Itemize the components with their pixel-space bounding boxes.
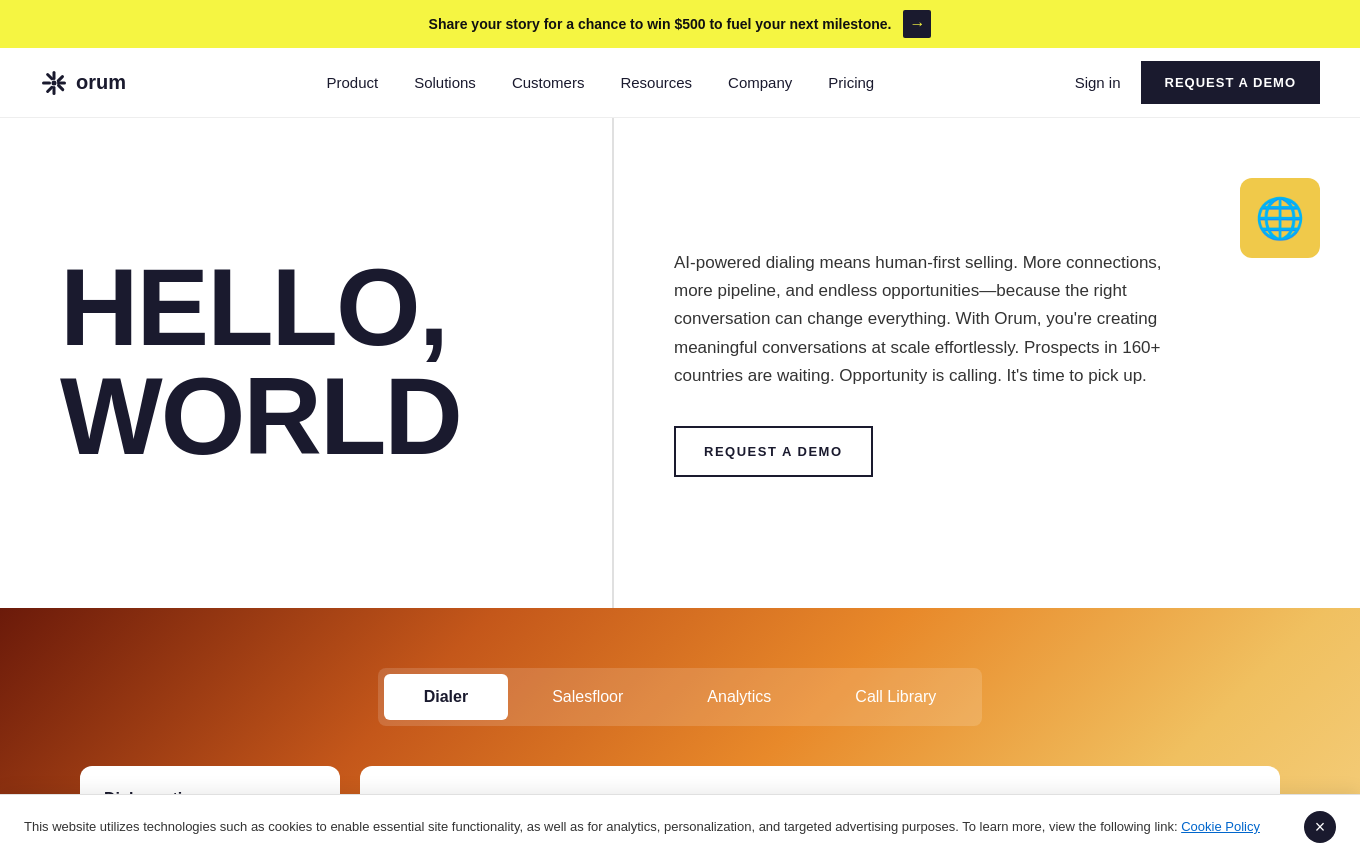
tab-dialer[interactable]: Dialer — [384, 674, 508, 720]
hero-description: AI-powered dialing means human-first sel… — [674, 249, 1194, 389]
cookie-policy-link[interactable]: Cookie Policy — [1181, 819, 1260, 834]
logo-text: orum — [76, 71, 126, 94]
announcement-arrow[interactable]: → — [903, 10, 931, 38]
svg-rect-6 — [56, 83, 64, 91]
globe-widget: 🌐 — [1240, 178, 1320, 258]
tab-call-library[interactable]: Call Library — [815, 674, 976, 720]
sign-in-button[interactable]: Sign in — [1075, 74, 1121, 91]
hero-section: HELLO, WORLD AI-powered dialing means hu… — [0, 118, 1360, 608]
svg-point-0 — [52, 80, 57, 85]
hero-left: HELLO, WORLD — [0, 118, 612, 608]
cookie-text: This website utilizes technologies such … — [24, 817, 1304, 837]
cookie-close-button[interactable]: × — [1304, 811, 1336, 843]
nav-item-resources[interactable]: Resources — [620, 74, 692, 92]
request-demo-button-hero[interactable]: REQUEST A DEMO — [674, 426, 873, 477]
cookie-banner: This website utilizes technologies such … — [0, 794, 1360, 859]
logo-svg — [40, 69, 68, 97]
hero-right: AI-powered dialing means human-first sel… — [614, 118, 1360, 608]
navbar: orum Product Solutions Customers Resourc… — [0, 48, 1360, 118]
logo-icon — [40, 69, 68, 97]
nav-actions: Sign in REQUEST A DEMO — [1075, 61, 1320, 104]
globe-icon: 🌐 — [1255, 195, 1305, 242]
nav-item-customers[interactable]: Customers — [512, 74, 585, 92]
nav-item-company[interactable]: Company — [728, 74, 792, 92]
tabs-wrapper: Dialer Salesfloor Analytics Call Library — [378, 668, 983, 726]
announcement-bar: Share your story for a chance to win $50… — [0, 0, 1360, 48]
request-demo-button-nav[interactable]: REQUEST A DEMO — [1141, 61, 1321, 104]
nav-item-pricing[interactable]: Pricing — [828, 74, 874, 92]
nav-item-product[interactable]: Product — [326, 74, 378, 92]
announcement-text: Share your story for a chance to win $50… — [429, 16, 892, 32]
logo[interactable]: orum — [40, 69, 126, 97]
tab-salesfloor[interactable]: Salesfloor — [512, 674, 663, 720]
tab-analytics[interactable]: Analytics — [667, 674, 811, 720]
nav-item-solutions[interactable]: Solutions — [414, 74, 476, 92]
tabs-container: Dialer Salesfloor Analytics Call Library — [340, 668, 1020, 726]
nav-links: Product Solutions Customers Resources Co… — [326, 74, 874, 92]
hero-title: HELLO, WORLD — [60, 254, 461, 472]
svg-rect-3 — [42, 81, 51, 84]
